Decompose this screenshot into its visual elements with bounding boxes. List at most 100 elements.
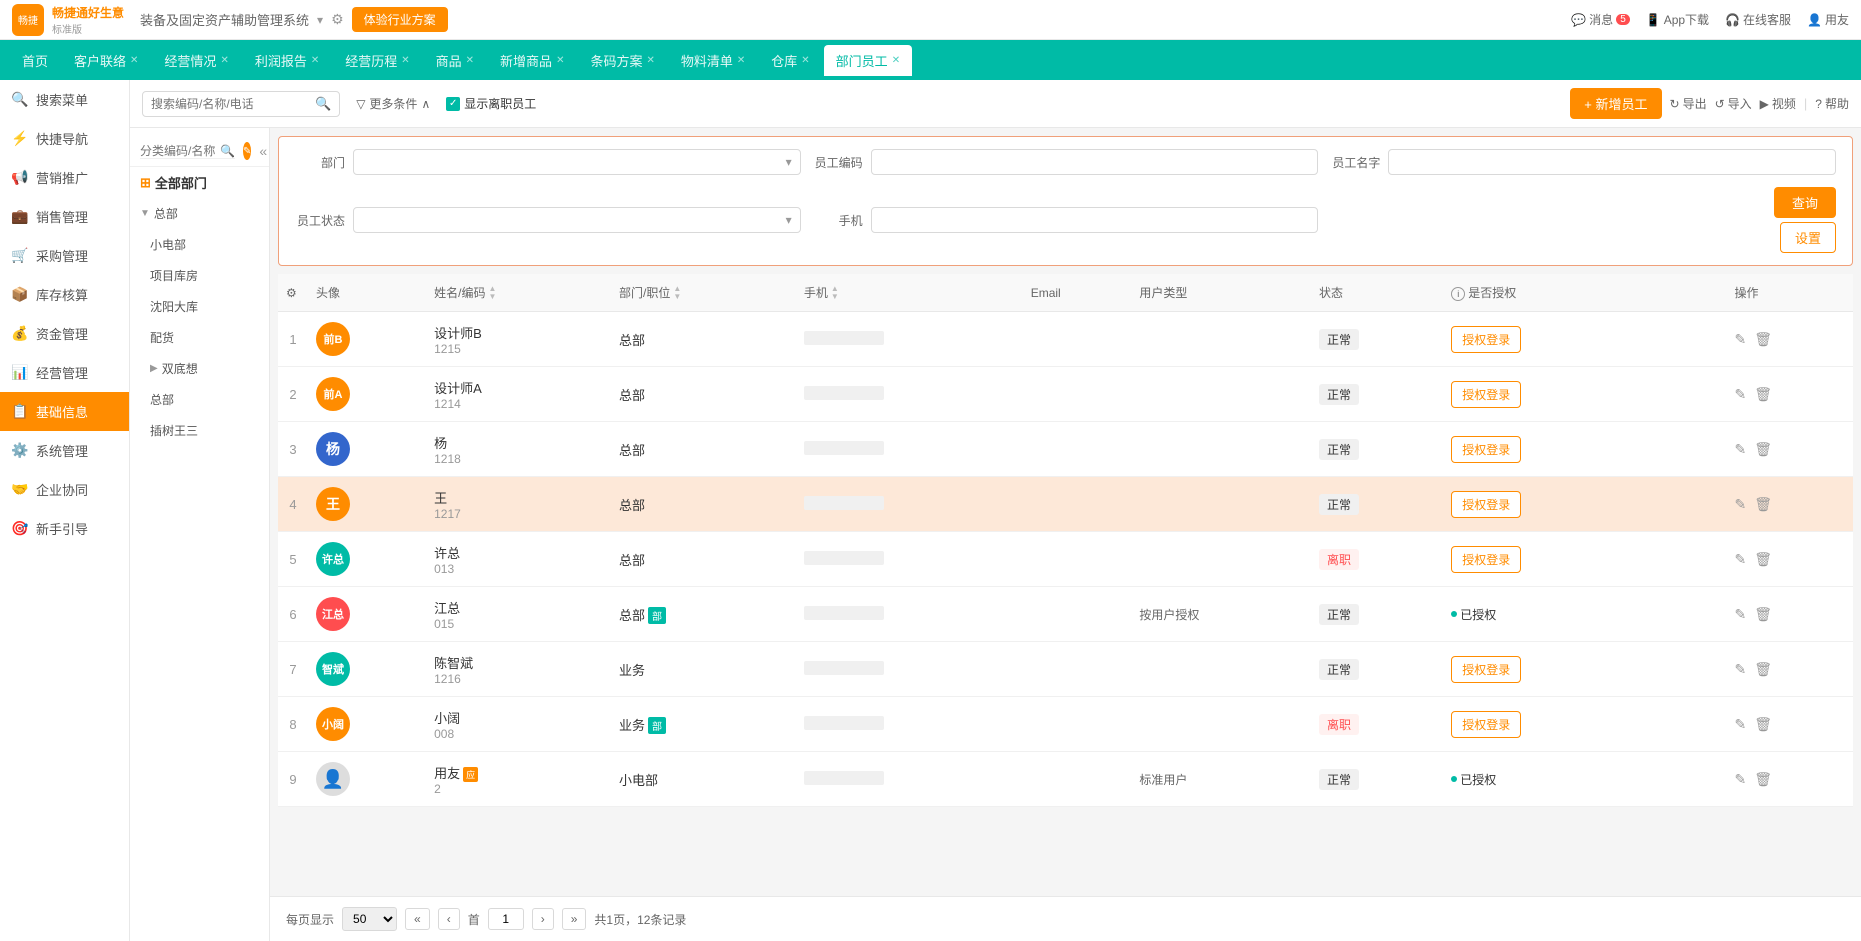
dept-search-input[interactable] bbox=[140, 144, 220, 158]
sidebar-item-business[interactable]: 📊 经营管理 bbox=[0, 353, 129, 392]
dept-item-chashuwang[interactable]: 插树王三 bbox=[130, 415, 269, 446]
search-button[interactable]: 查询 bbox=[1774, 187, 1836, 218]
dept-edit-icon[interactable]: ✎ bbox=[243, 142, 251, 160]
tab-operation[interactable]: 经营情况 ✕ bbox=[152, 45, 240, 76]
close-icon[interactable]: ✕ bbox=[892, 55, 900, 66]
close-icon[interactable]: ✕ bbox=[401, 55, 409, 66]
page-number-input[interactable] bbox=[488, 908, 524, 930]
delete-icon[interactable]: 🗑 bbox=[1754, 496, 1772, 513]
per-page-select[interactable]: 50 100 bbox=[342, 907, 397, 931]
edit-icon[interactable]: ✎ bbox=[1735, 771, 1747, 788]
auth-login-button[interactable]: 授权登录 bbox=[1451, 546, 1521, 573]
edit-icon[interactable]: ✎ bbox=[1735, 441, 1747, 458]
all-dept-item[interactable]: ⊞ 全部部门 bbox=[130, 167, 269, 198]
dept-item-zongbu[interactable]: 总部 bbox=[130, 384, 269, 415]
edit-icon[interactable]: ✎ bbox=[1735, 386, 1747, 403]
prev-page-btn[interactable]: ‹ bbox=[438, 908, 460, 930]
next-page-btn[interactable]: › bbox=[532, 908, 554, 930]
dept-select[interactable]: ▾ bbox=[353, 149, 801, 175]
add-employee-button[interactable]: + 新增员工 bbox=[1570, 88, 1661, 119]
auth-login-button[interactable]: 授权登录 bbox=[1451, 656, 1521, 683]
close-icon[interactable]: ✕ bbox=[646, 55, 654, 66]
delete-icon[interactable]: 🗑 bbox=[1754, 606, 1772, 623]
edit-icon[interactable]: ✎ bbox=[1735, 606, 1747, 623]
dept-search-box[interactable]: 🔍 bbox=[140, 144, 235, 159]
tab-profit[interactable]: 利润报告 ✕ bbox=[243, 45, 331, 76]
th-dept[interactable]: 部门/职位 ▲▼ bbox=[611, 274, 796, 312]
edit-icon[interactable]: ✎ bbox=[1735, 496, 1747, 513]
sidebar-item-finance[interactable]: 💰 资金管理 bbox=[0, 314, 129, 353]
online-service-btn[interactable]: 🎧 在线客服 bbox=[1725, 11, 1791, 28]
collapse-icon[interactable]: « bbox=[259, 143, 267, 159]
auth-login-button[interactable]: 授权登录 bbox=[1451, 436, 1521, 463]
edit-icon[interactable]: ✎ bbox=[1735, 331, 1747, 348]
dept-item-project[interactable]: 项目库房 bbox=[130, 260, 269, 291]
delete-icon[interactable]: 🗑 bbox=[1754, 661, 1772, 678]
sidebar-item-quicknav[interactable]: ⚡ 快捷导航 bbox=[0, 119, 129, 158]
th-phone[interactable]: 手机 ▲▼ bbox=[796, 274, 1023, 312]
sidebar-item-search[interactable]: 🔍 搜索菜单 bbox=[0, 80, 129, 119]
close-icon[interactable]: ✕ bbox=[466, 55, 474, 66]
emp-status-select[interactable]: ▾ bbox=[353, 207, 801, 233]
delete-icon[interactable]: 🗑 bbox=[1754, 716, 1772, 733]
tab-customer[interactable]: 客户联络 ✕ bbox=[62, 45, 150, 76]
dept-item-shenyang[interactable]: 沈阳大库 bbox=[130, 291, 269, 322]
import-btn[interactable]: ↺ 导入 bbox=[1715, 95, 1752, 112]
sidebar-item-system[interactable]: ⚙️ 系统管理 bbox=[0, 431, 129, 470]
emp-name-input[interactable] bbox=[1388, 149, 1836, 175]
delete-icon[interactable]: 🗑 bbox=[1754, 386, 1772, 403]
help-btn[interactable]: ? 帮助 bbox=[1815, 95, 1849, 112]
sidebar-item-purchase[interactable]: 🛒 采购管理 bbox=[0, 236, 129, 275]
tab-goods[interactable]: 商品 ✕ bbox=[424, 45, 486, 76]
sidebar-item-guide[interactable]: 🎯 新手引导 bbox=[0, 509, 129, 548]
first-page-btn[interactable]: « bbox=[405, 908, 430, 930]
delete-icon[interactable]: 🗑 bbox=[1754, 441, 1772, 458]
dept-item-shuangdi[interactable]: ▶ 双底想 bbox=[130, 353, 269, 384]
view-btn[interactable]: ▶ 视频 bbox=[1760, 95, 1796, 112]
message-btn[interactable]: 💬 消息 5 bbox=[1571, 11, 1630, 28]
sidebar-item-marketing[interactable]: 📢 营销推广 bbox=[0, 158, 129, 197]
delete-icon[interactable]: 🗑 bbox=[1754, 331, 1772, 348]
user-avatar[interactable]: 👤 用友 bbox=[1807, 11, 1849, 28]
more-filter-btn[interactable]: ▽ 更多条件 ∧ bbox=[348, 91, 438, 116]
th-settings[interactable]: ⚙ bbox=[278, 274, 308, 312]
tab-barcode[interactable]: 条码方案 ✕ bbox=[578, 45, 666, 76]
dept-item-zongbu-parent[interactable]: ▼ 总部 bbox=[130, 198, 269, 229]
tab-warehouse[interactable]: 仓库 ✕ bbox=[759, 45, 821, 76]
show-resigned-checkbox[interactable]: ✓ 显示离职员工 bbox=[446, 95, 536, 112]
settings-icon[interactable]: ⚙ bbox=[331, 11, 344, 28]
delete-icon[interactable]: 🗑 bbox=[1754, 771, 1772, 788]
close-icon[interactable]: ✕ bbox=[130, 55, 138, 66]
close-icon[interactable]: ✕ bbox=[311, 55, 319, 66]
auth-login-button[interactable]: 授权登录 bbox=[1451, 711, 1521, 738]
close-icon[interactable]: ✕ bbox=[556, 55, 564, 66]
tab-history[interactable]: 经营历程 ✕ bbox=[333, 45, 421, 76]
sidebar-item-basic[interactable]: 📋 基础信息 bbox=[0, 392, 129, 431]
edit-icon[interactable]: ✎ bbox=[1735, 716, 1747, 733]
close-icon[interactable]: ✕ bbox=[801, 55, 809, 66]
tab-bom[interactable]: 物料清单 ✕ bbox=[669, 45, 757, 76]
auth-login-button[interactable]: 授权登录 bbox=[1451, 491, 1521, 518]
sidebar-item-inventory[interactable]: 📦 库存核算 bbox=[0, 275, 129, 314]
trial-button[interactable]: 体验行业方案 bbox=[352, 7, 448, 32]
search-input[interactable] bbox=[151, 97, 311, 111]
phone-input[interactable] bbox=[871, 207, 1319, 233]
last-page-btn[interactable]: » bbox=[562, 908, 587, 930]
export-btn[interactable]: ↻ 导出 bbox=[1670, 95, 1707, 112]
close-icon[interactable]: ✕ bbox=[737, 55, 745, 66]
edit-icon[interactable]: ✎ bbox=[1735, 661, 1747, 678]
app-download-btn[interactable]: 📱 App下载 bbox=[1646, 11, 1709, 28]
sys-dropdown-icon[interactable]: ▾ bbox=[317, 13, 323, 27]
dept-item-xiaodian[interactable]: 小电部 bbox=[130, 229, 269, 260]
sidebar-item-sales[interactable]: 💼 销售管理 bbox=[0, 197, 129, 236]
tab-home[interactable]: 首页 bbox=[10, 45, 60, 76]
tab-dept-employee[interactable]: 部门员工 ✕ bbox=[824, 45, 912, 76]
auth-login-button[interactable]: 授权登录 bbox=[1451, 326, 1521, 353]
search-box[interactable]: 🔍 bbox=[142, 91, 340, 117]
th-name[interactable]: 姓名/编码 ▲▼ bbox=[426, 274, 611, 312]
dept-item-peihuo[interactable]: 配货 bbox=[130, 322, 269, 353]
tab-new-goods[interactable]: 新增商品 ✕ bbox=[488, 45, 576, 76]
delete-icon[interactable]: 🗑 bbox=[1754, 551, 1772, 568]
auth-login-button[interactable]: 授权登录 bbox=[1451, 381, 1521, 408]
sidebar-item-collab[interactable]: 🤝 企业协同 bbox=[0, 470, 129, 509]
